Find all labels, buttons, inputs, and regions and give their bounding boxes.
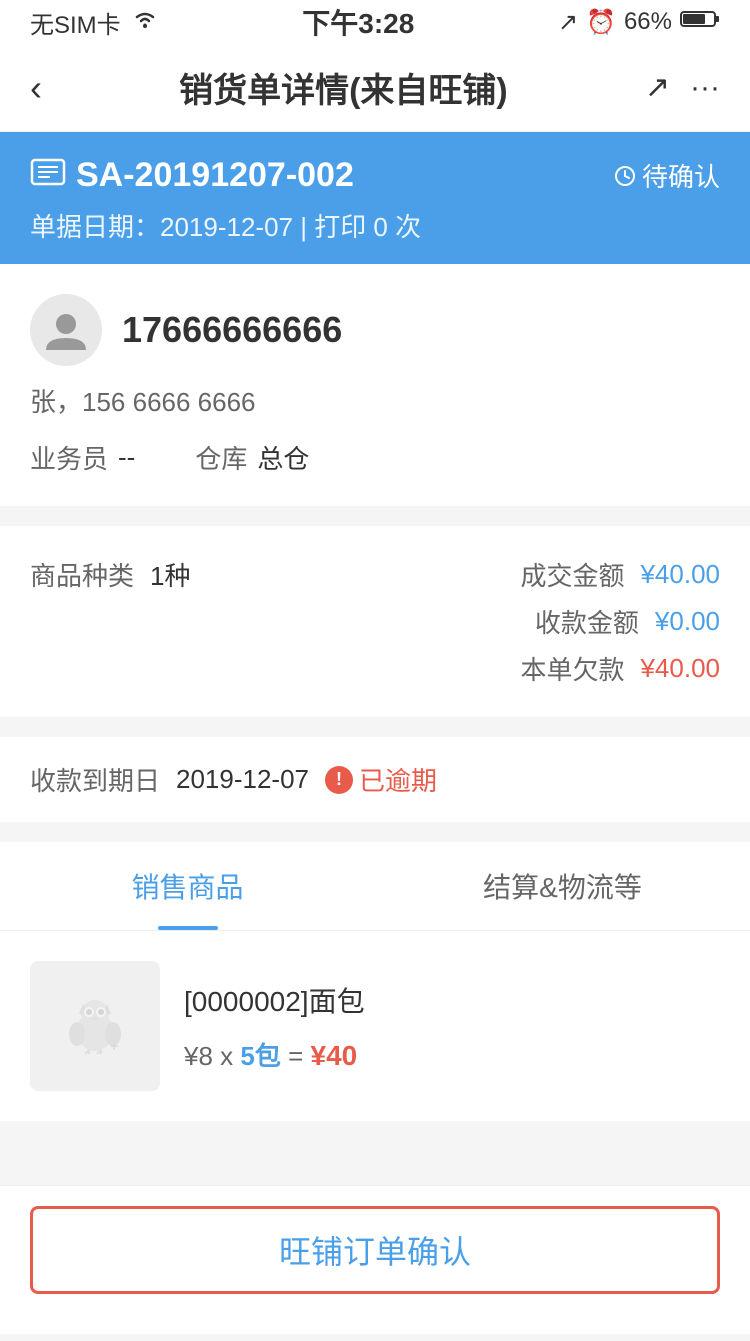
- tab-settlement[interactable]: 结算&物流等: [375, 842, 750, 930]
- warehouse-item: 仓库 总仓: [195, 439, 309, 476]
- order-date: 单据日期：2019-12-07 | 打印 0 次: [30, 207, 720, 244]
- payment-amount-label: 收款金额: [535, 603, 639, 640]
- summary-left: 商品种类 1种: [30, 556, 190, 593]
- wifi-icon: [131, 8, 159, 36]
- due-date-card: 收款到期日 2019-12-07 ! 已逾期: [0, 737, 750, 822]
- nav-bar: ‹ 销货单详情(来自旺铺) ↗ ···: [0, 44, 750, 132]
- owed-amount-value: ¥40.00: [640, 653, 720, 684]
- carrier-text: 无SIM卡: [30, 5, 121, 40]
- location-icon: ↗: [558, 8, 578, 37]
- customer-top: 17666666666: [30, 294, 720, 366]
- overdue-text: 已逾期: [359, 761, 437, 798]
- back-button[interactable]: ‹: [30, 67, 42, 109]
- total-price: ¥40: [311, 1040, 358, 1071]
- product-card: + [0000002]面包 ¥8 x 5包 = ¥40: [0, 931, 750, 1121]
- sales-rep-value: --: [118, 442, 135, 473]
- product-info: [0000002]面包 ¥8 x 5包 = ¥40: [184, 980, 720, 1073]
- equals-sign: =: [288, 1041, 303, 1071]
- tab-products-label: 销售商品: [131, 866, 243, 906]
- order-icon: [30, 156, 66, 195]
- avatar: [30, 294, 102, 366]
- product-type-value: 1种: [150, 556, 190, 593]
- summary-card: 商品种类 1种 成交金额 ¥40.00 收款金额 ¥0.00 本单欠款 ¥40.…: [0, 526, 750, 717]
- order-number: SA-20191207-002: [30, 156, 354, 195]
- tabs-container: 销售商品 结算&物流等: [0, 842, 750, 931]
- customer-meta: 业务员 -- 仓库 总仓: [30, 439, 720, 476]
- product-thumbnail: +: [30, 961, 160, 1091]
- payment-amount-value: ¥0.00: [655, 606, 720, 637]
- deal-amount-row: 成交金额 ¥40.00: [520, 556, 720, 593]
- page-title: 销货单详情(来自旺铺): [179, 63, 508, 112]
- product-price: ¥8 x 5包 = ¥40: [184, 1036, 720, 1073]
- bottom-bar: 旺铺订单确认: [0, 1185, 750, 1334]
- order-header: SA-20191207-002 待确认 单据日期：2019-12-07 | 打印…: [0, 132, 750, 264]
- warehouse-label: 仓库: [195, 439, 247, 476]
- warehouse-value: 总仓: [257, 439, 309, 476]
- overdue-badge: ! 已逾期: [325, 761, 437, 798]
- battery-text: 66%: [624, 8, 672, 36]
- share-icon[interactable]: ↗: [645, 70, 670, 105]
- customer-name: 张，156 6666 6666: [30, 382, 720, 419]
- owed-amount-label: 本单欠款: [520, 650, 624, 687]
- sales-rep-label: 业务员: [30, 439, 108, 476]
- deal-amount-label: 成交金额: [520, 556, 624, 593]
- order-status-badge: 待确认: [614, 157, 720, 194]
- price-formula: ¥8 x: [184, 1041, 233, 1071]
- customer-card: 17666666666 张，156 6666 6666 业务员 -- 仓库 总仓: [0, 264, 750, 506]
- customer-phone: 17666666666: [122, 309, 342, 351]
- status-bar: 无SIM卡 下午3:28 ↗ ⏰ 66%: [0, 0, 750, 44]
- quantity: 5包: [240, 1041, 280, 1071]
- tabs: 销售商品 结算&物流等: [0, 842, 750, 930]
- summary-right: 成交金额 ¥40.00 收款金额 ¥0.00 本单欠款 ¥40.00: [520, 556, 720, 687]
- more-icon[interactable]: ···: [690, 71, 720, 105]
- confirm-button[interactable]: 旺铺订单确认: [30, 1206, 720, 1294]
- product-name: [0000002]面包: [184, 980, 720, 1020]
- nav-actions: ↗ ···: [645, 70, 720, 105]
- status-right: ↗ ⏰ 66%: [558, 8, 720, 37]
- svg-text:+: +: [110, 1038, 118, 1054]
- payment-amount-row: 收款金额 ¥0.00: [535, 603, 720, 640]
- sales-rep-item: 业务员 --: [30, 439, 135, 476]
- product-type-label: 商品种类: [30, 556, 134, 593]
- tab-underline: [158, 926, 218, 930]
- overdue-icon: !: [325, 766, 353, 794]
- order-header-top: SA-20191207-002 待确认: [30, 156, 720, 195]
- status-left: 无SIM卡: [30, 5, 159, 40]
- status-time: 下午3:28: [302, 2, 414, 42]
- tab-settlement-label: 结算&物流等: [483, 866, 642, 906]
- deal-amount-value: ¥40.00: [640, 559, 720, 590]
- owed-amount-row: 本单欠款 ¥40.00: [520, 650, 720, 687]
- battery-icon: [680, 8, 720, 36]
- tab-products[interactable]: 销售商品: [0, 842, 375, 930]
- due-date-value: 2019-12-07: [176, 764, 309, 795]
- alarm-icon: ⏰: [586, 8, 616, 37]
- due-date-label: 收款到期日: [30, 761, 160, 798]
